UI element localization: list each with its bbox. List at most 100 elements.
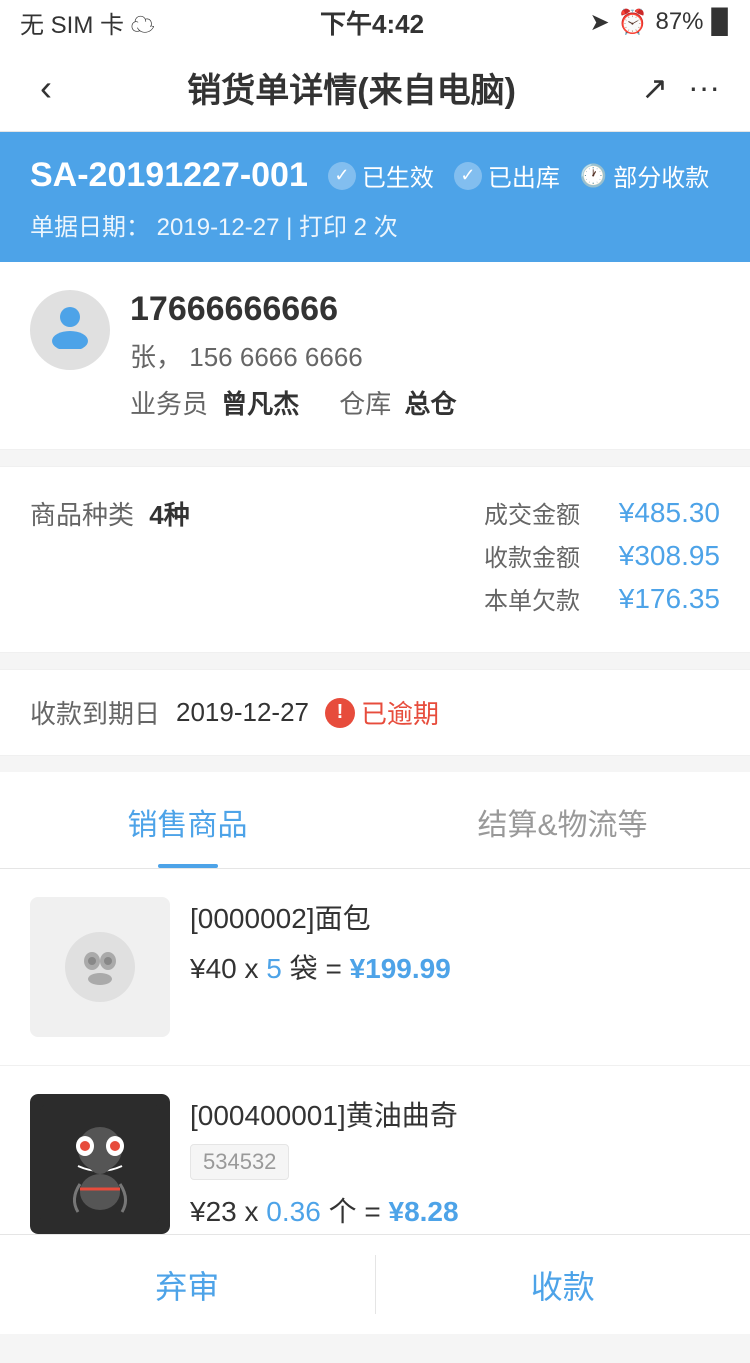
product-total-1: ¥199.99: [350, 953, 451, 984]
avatar: [30, 290, 110, 370]
product-multiply-2: x: [245, 1196, 267, 1227]
product-type-label: 商品种类: [30, 500, 134, 530]
product-list: [0000002]面包 ¥40 x 5 袋 = ¥199.99: [0, 869, 750, 1263]
overdue-icon: !: [325, 698, 355, 728]
check-icon-2: ✓: [454, 162, 482, 190]
alarm-icon: ⏰: [618, 8, 648, 37]
product-qty-2: 0.36: [266, 1196, 321, 1227]
warehouse-field: 仓库 总仓: [339, 384, 456, 421]
tab-settlement-label: 结算&物流等: [477, 809, 647, 842]
print-info: | 打印 2 次: [286, 214, 398, 241]
received-amount-row: 收款金额 ¥308.95: [484, 538, 720, 573]
customer-contact: 张， 156 6666 6666: [130, 337, 720, 374]
summary-row: 商品种类 4种 成交金额 ¥485.30 收款金额 ¥308.95 本单欠款 ¥…: [30, 495, 720, 624]
product-thumb-2: [30, 1094, 170, 1234]
clock-icon: 🕐: [580, 163, 607, 189]
status-right: ➤ ⏰ 87% ▉: [589, 8, 730, 37]
product-equals-2: =: [364, 1196, 388, 1227]
status-time: 下午4:42: [320, 4, 424, 41]
owed-amount-value: ¥176.35: [600, 583, 720, 615]
deal-amount-value: ¥485.30: [600, 497, 720, 529]
product-type-value: 4种: [149, 500, 189, 530]
location-icon: ➤: [589, 8, 609, 37]
collect-payment-button[interactable]: 收款: [376, 1235, 750, 1334]
tabs-section: 销售商品 结算&物流等: [0, 772, 750, 869]
product-name-2: [000400001]黄油曲奇: [190, 1094, 720, 1134]
due-section: 收款到期日 2019-12-27 ! 已逾期: [0, 669, 750, 756]
owed-amount-label: 本单欠款: [484, 581, 580, 616]
status-left: 无 SIM 卡 ☁: [20, 5, 155, 40]
overdue-badge: ! 已逾期: [325, 694, 439, 731]
nav-actions: ↗ ···: [641, 69, 720, 107]
salesman-field: 业务员 曾凡杰: [130, 384, 299, 421]
page-title: 销货单详情(来自电脑): [187, 63, 516, 112]
product-equals-1: =: [325, 953, 349, 984]
order-date-label: 单据日期：: [30, 214, 150, 241]
deal-amount-row: 成交金额 ¥485.30: [484, 495, 720, 530]
product-unit-2: 个: [329, 1196, 357, 1227]
product-price-row-1: ¥40 x 5 袋 = ¥199.99: [190, 947, 720, 987]
customer-contact-label: 张，: [130, 342, 182, 372]
product-price-row-2: ¥23 x 0.36 个 = ¥8.28: [190, 1190, 720, 1230]
owed-amount-row: 本单欠款 ¥176.35: [484, 581, 720, 616]
status-effective: ✓ 已生效: [328, 158, 434, 193]
status-shipped: ✓ 已出库: [454, 158, 560, 193]
battery-level: 87%: [655, 8, 703, 36]
tab-sales-products[interactable]: 销售商品: [0, 772, 375, 868]
order-meta: 单据日期： 2019-12-27 | 打印 2 次: [30, 207, 720, 242]
received-amount-label: 收款金额: [484, 538, 580, 573]
customer-info: 17666666666 张， 156 6666 6666 业务员 曾凡杰 仓库 …: [130, 290, 720, 421]
back-button[interactable]: ‹: [30, 57, 62, 119]
product-total-2: ¥8.28: [389, 1196, 459, 1227]
nav-bar: ‹ 销货单详情(来自电脑) ↗ ···: [0, 44, 750, 132]
customer-name: 17666666666: [130, 290, 720, 329]
order-date: 2019-12-27: [157, 214, 280, 241]
check-icon-1: ✓: [328, 162, 356, 190]
overdue-text: 已逾期: [361, 694, 439, 731]
customer-phone: 156 6666 6666: [189, 342, 363, 372]
due-date-value: 2019-12-27: [176, 697, 309, 728]
summary-right: 成交金额 ¥485.30 收款金额 ¥308.95 本单欠款 ¥176.35: [484, 495, 720, 624]
product-price-2: ¥23: [190, 1196, 237, 1227]
product-item: [0000002]面包 ¥40 x 5 袋 = ¥199.99: [0, 869, 750, 1066]
status-bar: 无 SIM 卡 ☁ 下午4:42 ➤ ⏰ 87% ▉: [0, 0, 750, 44]
more-icon[interactable]: ···: [688, 69, 720, 106]
warehouse-label: 仓库: [339, 389, 391, 419]
salesman-label: 业务员: [130, 389, 208, 419]
customer-extra: 业务员 曾凡杰 仓库 总仓: [130, 384, 720, 421]
product-name-1: [0000002]面包: [190, 897, 720, 937]
status-partial-payment: 🕐 部分收款: [580, 158, 709, 193]
battery-icon: ▉: [712, 8, 730, 37]
salesman-value: 曾凡杰: [221, 389, 299, 419]
summary-left: 商品种类 4种: [30, 495, 190, 536]
product-info-2: [000400001]黄油曲奇 534532 ¥23 x 0.36 个 = ¥8…: [190, 1094, 720, 1230]
avatar-icon: [45, 299, 95, 361]
summary-section: 商品种类 4种 成交金额 ¥485.30 收款金额 ¥308.95 本单欠款 ¥…: [0, 466, 750, 653]
status-shipped-label: 已出库: [488, 158, 560, 193]
order-header: SA-20191227-001 ✓ 已生效 ✓ 已出库 🕐 部分收款 单据日期：…: [0, 132, 750, 262]
sim-status: 无 SIM 卡 ☁: [20, 5, 155, 40]
status-effective-label: 已生效: [362, 158, 434, 193]
tabs-row: 销售商品 结算&物流等: [0, 772, 750, 869]
order-id: SA-20191227-001: [30, 156, 308, 195]
product-qty-1: 5: [266, 953, 282, 984]
cancel-review-button[interactable]: 弃审: [0, 1235, 375, 1334]
product-multiply-1: x: [245, 953, 267, 984]
bottom-bar: 弃审 收款: [0, 1234, 750, 1334]
product-price-1: ¥40: [190, 953, 237, 984]
product-type-field: 商品种类 4种: [30, 495, 190, 532]
received-amount-value: ¥308.95: [600, 540, 720, 572]
warehouse-value: 总仓: [405, 389, 457, 419]
tab-sales-products-label: 销售商品: [128, 809, 248, 842]
status-partial-label: 部分收款: [613, 158, 709, 193]
deal-amount-label: 成交金额: [484, 495, 580, 530]
due-date-label: 收款到期日: [30, 694, 160, 731]
product-info-1: [0000002]面包 ¥40 x 5 袋 = ¥199.99: [190, 897, 720, 987]
customer-section: 17666666666 张， 156 6666 6666 业务员 曾凡杰 仓库 …: [0, 262, 750, 450]
product-unit-1: 袋: [290, 953, 318, 984]
product-thumb-1: [30, 897, 170, 1037]
tab-settlement[interactable]: 结算&物流等: [375, 772, 750, 868]
product-image-2: [30, 1094, 170, 1234]
product-sku-2: 534532: [190, 1144, 289, 1180]
share-icon[interactable]: ↗: [641, 69, 668, 107]
